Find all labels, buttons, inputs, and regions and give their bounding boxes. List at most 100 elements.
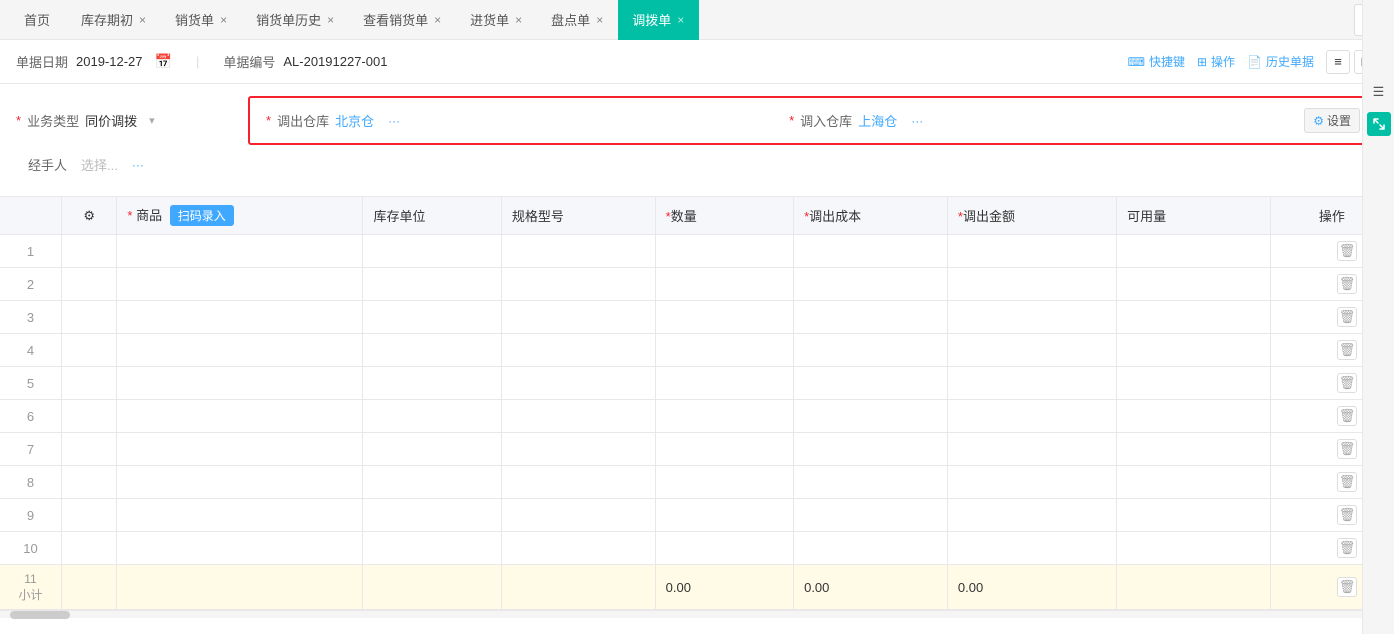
row-amount-cell[interactable] bbox=[947, 532, 1116, 565]
row-amount-cell[interactable] bbox=[947, 268, 1116, 301]
history-action[interactable]: 📄 历史单据 bbox=[1247, 53, 1314, 70]
delete-row-icon[interactable]: 🗑 bbox=[1337, 406, 1357, 426]
row-qty-cell[interactable] bbox=[655, 433, 793, 466]
tab-home[interactable]: 首页 bbox=[8, 0, 67, 40]
row-cost-cell[interactable] bbox=[794, 367, 948, 400]
col-header-unit: 库存单位 bbox=[363, 197, 501, 235]
shortcuts-action[interactable]: ⌨ 快捷键 bbox=[1128, 53, 1185, 70]
operations-action[interactable]: ⊞ 操作 bbox=[1197, 53, 1235, 70]
tab-sales-history-close[interactable]: × bbox=[327, 13, 334, 27]
col-header-num bbox=[0, 197, 62, 235]
col-header-gear[interactable]: ⚙ bbox=[62, 197, 117, 235]
handler-more-icon[interactable]: ··· bbox=[132, 158, 144, 172]
tab-inventory[interactable]: 盘点单 × bbox=[537, 0, 618, 40]
row-product-cell[interactable] bbox=[117, 367, 363, 400]
handler-placeholder[interactable]: 选择... bbox=[81, 155, 118, 174]
col-header-qty: *数量 bbox=[655, 197, 793, 235]
tab-sales-order-close[interactable]: × bbox=[220, 13, 227, 27]
row-qty-cell[interactable] bbox=[655, 268, 793, 301]
row-amount-cell[interactable] bbox=[947, 334, 1116, 367]
layout-list-icon[interactable]: ≡ bbox=[1326, 50, 1350, 74]
row-available-cell bbox=[1117, 235, 1271, 268]
tab-view-sales-close[interactable]: × bbox=[434, 13, 441, 27]
row-cost-cell[interactable] bbox=[794, 301, 948, 334]
row-spec-cell bbox=[501, 433, 655, 466]
scroll-bar-area[interactable] bbox=[0, 610, 1394, 618]
row-amount-cell[interactable] bbox=[947, 433, 1116, 466]
toolbar-separator: | bbox=[196, 54, 199, 69]
tab-inventory-init-close[interactable]: × bbox=[139, 13, 146, 27]
scan-button[interactable]: 扫码录入 bbox=[170, 205, 234, 226]
row-qty-cell[interactable] bbox=[655, 334, 793, 367]
row-qty-cell[interactable] bbox=[655, 466, 793, 499]
row-cost-cell[interactable] bbox=[794, 433, 948, 466]
transfer-out-value[interactable]: 北京仓 bbox=[335, 111, 374, 130]
row-product-cell[interactable] bbox=[117, 301, 363, 334]
row-cost-cell[interactable] bbox=[794, 334, 948, 367]
delete-row-icon[interactable]: 🗑 bbox=[1337, 373, 1357, 393]
row-qty-cell[interactable] bbox=[655, 301, 793, 334]
row-gear-cell bbox=[62, 532, 117, 565]
row-product-cell[interactable] bbox=[117, 268, 363, 301]
delete-row-icon[interactable]: 🗑 bbox=[1337, 472, 1357, 492]
tab-purchase-close[interactable]: × bbox=[515, 13, 522, 27]
delete-row-icon[interactable]: 🗑 bbox=[1337, 340, 1357, 360]
row-amount-cell[interactable] bbox=[947, 301, 1116, 334]
row-qty-cell[interactable] bbox=[655, 532, 793, 565]
sidebar-expand-icon[interactable] bbox=[1367, 112, 1391, 136]
tab-sales-history[interactable]: 销货单历史 × bbox=[242, 0, 349, 40]
row-product-cell[interactable] bbox=[117, 433, 363, 466]
delete-row-icon[interactable]: 🗑 bbox=[1337, 241, 1357, 261]
row-product-cell[interactable] bbox=[117, 466, 363, 499]
row-num-cell: 2 bbox=[0, 268, 62, 301]
operations-label: 操作 bbox=[1211, 53, 1235, 70]
row-qty-cell[interactable] bbox=[655, 499, 793, 532]
tab-inventory-close[interactable]: × bbox=[596, 13, 603, 27]
col-header-spec: 规格型号 bbox=[501, 197, 655, 235]
row-amount-cell[interactable] bbox=[947, 466, 1116, 499]
delete-row-icon[interactable]: 🗑 bbox=[1337, 307, 1357, 327]
col-header-product: * 商品 扫码录入 bbox=[117, 197, 363, 235]
row-cost-cell[interactable] bbox=[794, 400, 948, 433]
row-product-cell[interactable] bbox=[117, 400, 363, 433]
row-qty-cell[interactable] bbox=[655, 400, 793, 433]
sidebar-list-icon[interactable]: ☰ bbox=[1367, 80, 1391, 104]
tab-transfer-close[interactable]: × bbox=[677, 13, 684, 27]
settings-button[interactable]: ⚙ 设置 bbox=[1304, 108, 1360, 133]
row-cost-cell[interactable] bbox=[794, 532, 948, 565]
subtotal-qty: 0.00 bbox=[655, 565, 793, 610]
row-qty-cell[interactable] bbox=[655, 367, 793, 400]
row-amount-cell[interactable] bbox=[947, 367, 1116, 400]
delete-row-icon[interactable]: 🗑 bbox=[1337, 538, 1357, 558]
row-product-cell[interactable] bbox=[117, 532, 363, 565]
delete-row-icon[interactable]: 🗑 bbox=[1337, 439, 1357, 459]
row-amount-cell[interactable] bbox=[947, 235, 1116, 268]
tab-sales-order[interactable]: 销货单 × bbox=[161, 0, 242, 40]
row-cost-cell[interactable] bbox=[794, 466, 948, 499]
row-cost-cell[interactable] bbox=[794, 235, 948, 268]
row-product-cell[interactable] bbox=[117, 235, 363, 268]
row-cost-cell[interactable] bbox=[794, 268, 948, 301]
row-qty-cell[interactable] bbox=[655, 235, 793, 268]
row-product-cell[interactable] bbox=[117, 499, 363, 532]
date-label: 单据日期 bbox=[16, 52, 68, 71]
row-product-cell[interactable] bbox=[117, 334, 363, 367]
delete-row-icon[interactable]: 🗑 bbox=[1337, 274, 1357, 294]
tab-transfer[interactable]: 调拨单 × bbox=[618, 0, 699, 40]
transfer-in-more-icon[interactable]: ··· bbox=[911, 114, 923, 128]
business-type-value[interactable]: 同价调拨 bbox=[85, 111, 137, 130]
scroll-bar-thumb[interactable] bbox=[10, 611, 70, 619]
tab-view-sales[interactable]: 查看销货单 × bbox=[349, 0, 456, 40]
row-amount-cell[interactable] bbox=[947, 400, 1116, 433]
transfer-in-value[interactable]: 上海仓 bbox=[858, 111, 897, 130]
delete-row-icon[interactable]: 🗑 bbox=[1337, 505, 1357, 525]
row-cost-cell[interactable] bbox=[794, 499, 948, 532]
calendar-icon[interactable]: 📅 bbox=[155, 53, 172, 70]
business-type-label: 业务类型 bbox=[27, 111, 79, 130]
transfer-out-more-icon[interactable]: ··· bbox=[388, 114, 400, 128]
row-amount-cell[interactable] bbox=[947, 499, 1116, 532]
delete-icon[interactable]: 🗑 bbox=[1337, 577, 1357, 597]
business-type-dropdown-icon[interactable]: ▾ bbox=[149, 114, 155, 127]
tab-inventory-init[interactable]: 库存期初 × bbox=[67, 0, 161, 40]
tab-purchase[interactable]: 进货单 × bbox=[456, 0, 537, 40]
